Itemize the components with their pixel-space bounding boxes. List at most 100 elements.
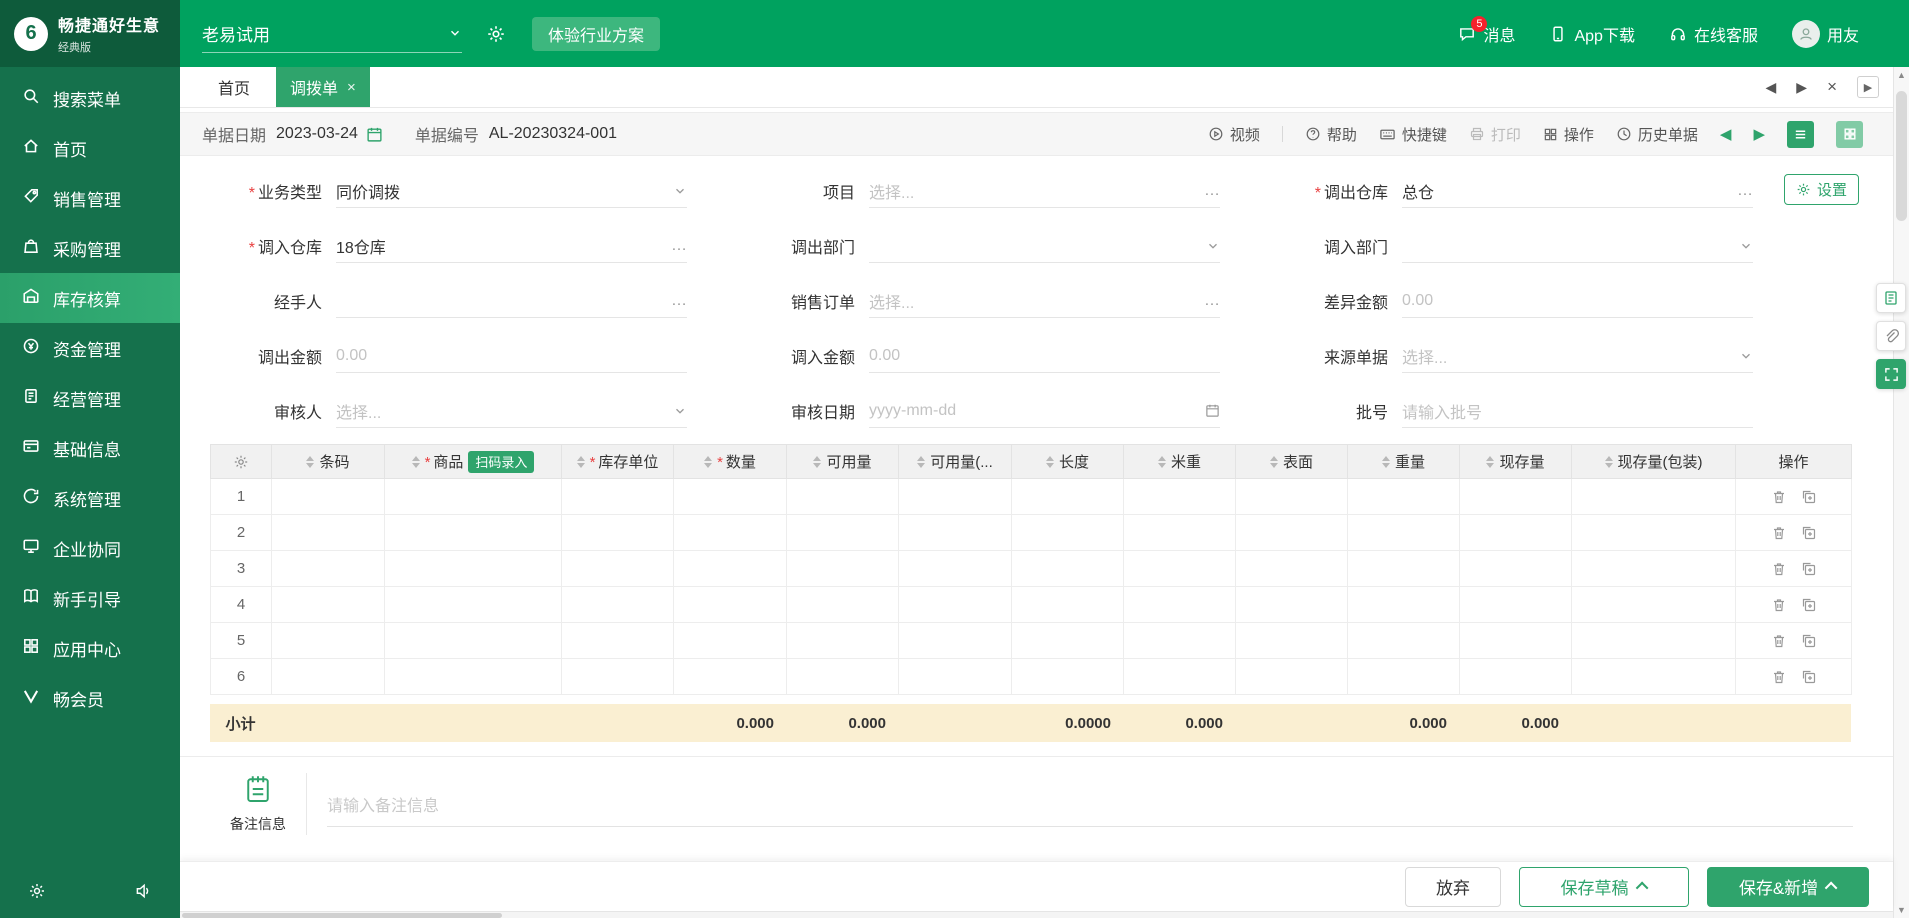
sidebar-item-home[interactable]: 首页	[0, 123, 180, 173]
column-header-length[interactable]: 长度	[1011, 444, 1124, 479]
video-button[interactable]: 视频	[1208, 124, 1260, 145]
table-cell[interactable]	[786, 514, 899, 551]
table-cell[interactable]	[271, 622, 385, 659]
sort-icon[interactable]	[411, 455, 420, 468]
horizontal-scrollbar[interactable]	[180, 911, 1893, 918]
form-settings-button[interactable]: 设置	[1783, 174, 1859, 205]
table-cell[interactable]	[1235, 658, 1348, 695]
table-cell[interactable]	[1347, 586, 1460, 623]
cancel-button[interactable]: 放弃	[1405, 866, 1501, 907]
table-cell[interactable]	[1459, 478, 1572, 515]
table-cell[interactable]	[1347, 478, 1460, 515]
sidebar-item-system[interactable]: 系统管理	[0, 473, 180, 523]
out-warehouse-input[interactable]: 总仓 …	[1402, 174, 1753, 208]
sidebar-item-basic-info[interactable]: 基础信息	[0, 423, 180, 473]
table-cell[interactable]	[673, 514, 787, 551]
trial-plan-button[interactable]: 体验行业方案	[532, 16, 661, 51]
table-cell[interactable]	[561, 658, 674, 695]
sidebar-item-purchase[interactable]: 采购管理	[0, 223, 180, 273]
chevron-down-icon[interactable]	[1733, 239, 1753, 253]
table-cell[interactable]	[1123, 550, 1236, 587]
sort-icon[interactable]	[1157, 455, 1166, 468]
audit-date-input[interactable]: yyyy-mm-dd	[869, 394, 1220, 428]
sidebar-item-search-menu[interactable]: 搜索菜单	[0, 73, 180, 123]
chevron-down-icon[interactable]	[667, 404, 687, 418]
sidebar-item-funds[interactable]: 资金管理	[0, 323, 180, 373]
table-cell[interactable]	[384, 586, 562, 623]
table-cell[interactable]	[786, 478, 899, 515]
project-input[interactable]: 选择... …	[869, 174, 1220, 208]
table-cell[interactable]	[673, 622, 787, 659]
copy-row-icon[interactable]	[1801, 489, 1817, 505]
sales-order-input[interactable]: 选择... …	[869, 284, 1220, 318]
table-cell[interactable]	[786, 658, 899, 695]
print-button[interactable]: 打印	[1469, 124, 1521, 145]
ellipsis-icon[interactable]: …	[1731, 182, 1753, 200]
ellipsis-icon[interactable]: …	[665, 292, 687, 310]
business-type-input[interactable]: 同价调拨	[336, 174, 687, 208]
table-cell[interactable]	[898, 550, 1012, 587]
table-cell[interactable]	[1347, 514, 1460, 551]
table-cell[interactable]	[1571, 478, 1736, 515]
column-header-meter-weight[interactable]: 米重	[1123, 444, 1236, 479]
copy-row-icon[interactable]	[1801, 597, 1817, 613]
copy-row-icon[interactable]	[1801, 669, 1817, 685]
sidebar-item-guide[interactable]: 新手引导	[0, 573, 180, 623]
table-cell[interactable]	[384, 550, 562, 587]
table-cell[interactable]	[1123, 622, 1236, 659]
table-cell[interactable]	[1571, 622, 1736, 659]
sort-icon[interactable]	[813, 455, 822, 468]
operate-button[interactable]: 操作	[1543, 124, 1594, 145]
chevron-down-icon[interactable]	[1733, 349, 1753, 363]
column-header-qty[interactable]: 数量	[673, 444, 787, 479]
next-doc-icon[interactable]: ▶	[1753, 125, 1765, 143]
table-cell[interactable]	[1235, 550, 1348, 587]
delete-row-icon[interactable]	[1771, 669, 1787, 685]
table-cell[interactable]	[673, 586, 787, 623]
table-cell[interactable]	[786, 586, 899, 623]
sort-icon[interactable]	[704, 455, 713, 468]
notes-tool-button[interactable]	[1876, 283, 1906, 313]
table-cell[interactable]	[1123, 478, 1236, 515]
delete-row-icon[interactable]	[1771, 489, 1787, 505]
collapse-sidebar-icon[interactable]	[134, 882, 152, 900]
messages-button[interactable]: 5 消息	[1458, 15, 1515, 46]
calendar-icon[interactable]	[1199, 403, 1220, 418]
save-and-new-button[interactable]: 保存&新增	[1707, 866, 1869, 907]
table-cell[interactable]	[271, 586, 385, 623]
table-cell[interactable]	[384, 658, 562, 695]
table-cell[interactable]	[1571, 514, 1736, 551]
column-header-surface[interactable]: 表面	[1235, 444, 1348, 479]
sidebar-item-sales[interactable]: 销售管理	[0, 173, 180, 223]
table-cell[interactable]	[1571, 658, 1736, 695]
column-header-weight[interactable]: 重量	[1347, 444, 1460, 479]
table-cell[interactable]	[384, 478, 562, 515]
close-tab-icon[interactable]: ×	[347, 79, 356, 96]
diff-amount-input[interactable]: 0.00	[1402, 284, 1753, 318]
copy-row-icon[interactable]	[1801, 561, 1817, 577]
table-cell[interactable]	[1347, 550, 1460, 587]
sidebar-item-inventory[interactable]: 库存核算	[0, 273, 180, 323]
column-header-available-pack[interactable]: 可用量(...	[898, 444, 1012, 479]
hotkey-button[interactable]: 快捷键	[1379, 124, 1447, 145]
sort-icon[interactable]	[1604, 455, 1613, 468]
ellipsis-icon[interactable]: …	[1198, 292, 1220, 310]
source-doc-input[interactable]: 选择...	[1402, 339, 1753, 373]
column-header-unit[interactable]: 库存单位	[561, 444, 674, 479]
attachment-tool-button[interactable]	[1876, 321, 1906, 351]
help-button[interactable]: 帮助	[1305, 124, 1357, 145]
account-selector[interactable]: 老易试用	[202, 15, 462, 53]
tab-list-icon[interactable]: ▶	[1857, 76, 1879, 98]
sidebar-item-member[interactable]: 畅会员	[0, 673, 180, 723]
sort-icon[interactable]	[1381, 455, 1390, 468]
online-service-button[interactable]: 在线客服	[1669, 22, 1758, 46]
table-cell[interactable]	[1571, 586, 1736, 623]
chevron-down-icon[interactable]	[1200, 239, 1220, 253]
table-cell[interactable]	[384, 622, 562, 659]
table-cell[interactable]	[561, 514, 674, 551]
prev-doc-icon[interactable]: ◀	[1720, 125, 1732, 143]
table-cell[interactable]	[1459, 586, 1572, 623]
tab-home[interactable]: 首页	[200, 67, 268, 107]
table-cell[interactable]	[1123, 658, 1236, 695]
column-header-stock-pack[interactable]: 现存量(包装)	[1571, 444, 1736, 479]
